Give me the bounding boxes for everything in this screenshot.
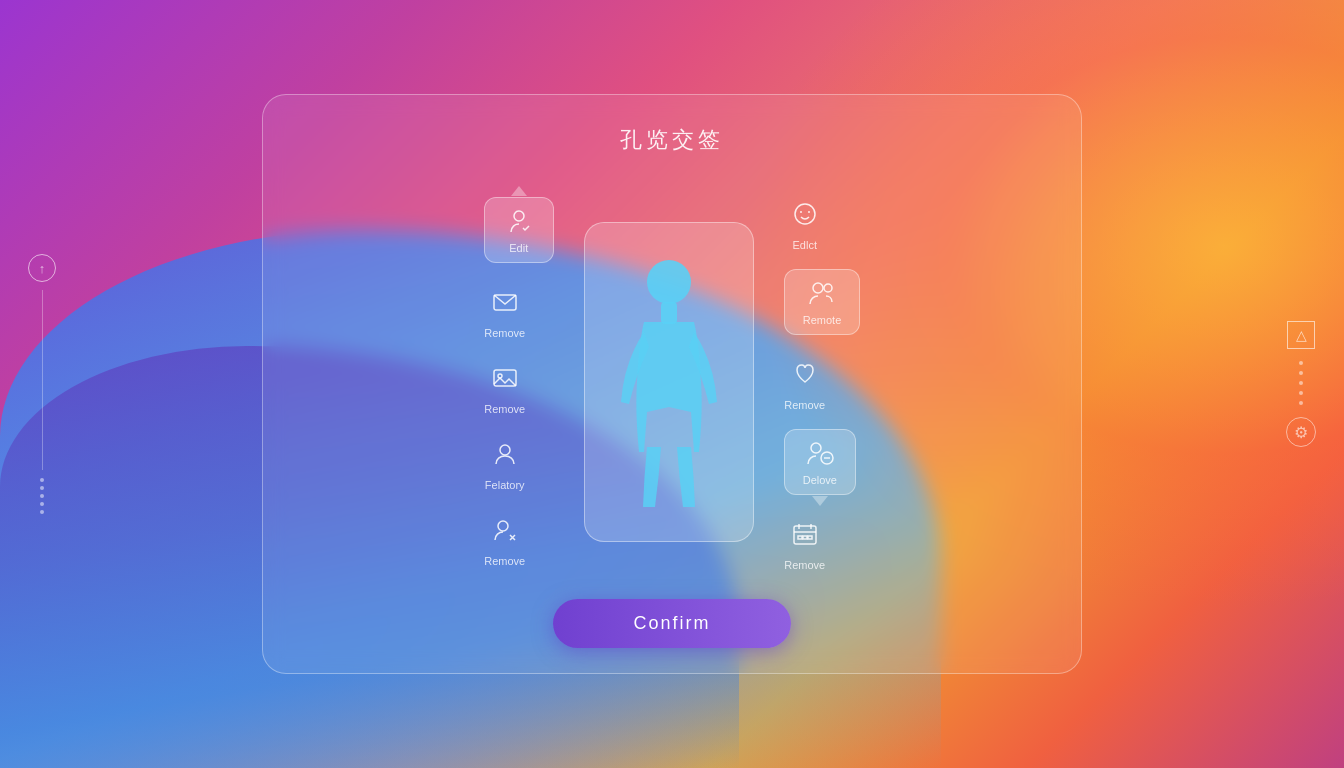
- heart-svg: [791, 360, 819, 388]
- envelope-svg: [491, 288, 519, 316]
- svg-point-10: [808, 211, 810, 213]
- svg-point-8: [795, 204, 815, 224]
- remove-calendar-item[interactable]: Remove: [784, 513, 826, 571]
- remove-user-left-item[interactable]: Remove: [484, 509, 526, 567]
- svg-point-9: [800, 211, 802, 213]
- confirm-button[interactable]: Confirm: [553, 599, 790, 648]
- vertical-line-left: [42, 290, 43, 470]
- dot: [1299, 401, 1303, 405]
- edit-pill-label: Edit: [509, 242, 528, 254]
- edit-pill[interactable]: Edit: [484, 197, 554, 263]
- left-icon-group: Edit Remove: [484, 197, 554, 567]
- dot: [40, 510, 44, 514]
- remove-heart-label: Remove: [784, 399, 825, 411]
- image-icon: [484, 357, 526, 399]
- smiley-svg: [791, 200, 819, 228]
- remote-user-icon: [806, 278, 838, 310]
- svg-rect-20: [798, 536, 802, 539]
- dialog-title: 孔览交签: [620, 125, 724, 155]
- human-figure-svg: [609, 252, 729, 512]
- delete-pill-label: Delove: [803, 474, 837, 486]
- svg-point-13: [811, 443, 821, 453]
- figure-card: [584, 222, 754, 542]
- image-svg: [491, 364, 519, 392]
- calendar-icon: [784, 513, 826, 555]
- remove-image-item[interactable]: Remove: [484, 357, 526, 415]
- gear-icon[interactable]: ⚙: [1286, 417, 1316, 447]
- dot: [1299, 371, 1303, 375]
- edit-smiley-label: Edlct: [793, 239, 817, 251]
- svg-point-5: [498, 521, 508, 531]
- svg-rect-22: [808, 536, 812, 539]
- up-arrow-icon[interactable]: ↑: [28, 254, 56, 282]
- right-icon-group: Edlct Remote Remove: [784, 193, 861, 571]
- felatory-item[interactable]: Felatory: [484, 433, 526, 491]
- right-edge-decoration: △ ⚙: [1286, 321, 1316, 447]
- svg-point-4: [500, 445, 510, 455]
- dot-group-right: [1299, 361, 1303, 405]
- svg-point-6: [647, 260, 691, 304]
- remove-heart-item[interactable]: Remove: [784, 353, 826, 411]
- calendar-svg: [791, 520, 819, 548]
- svg-rect-7: [661, 302, 677, 324]
- dot: [1299, 391, 1303, 395]
- heart-icon: [784, 353, 826, 395]
- edit-smiley-item[interactable]: Edlct: [784, 193, 826, 251]
- delete-user-icon: [804, 438, 836, 470]
- smiley-icon: [784, 193, 826, 235]
- dot: [1299, 361, 1303, 365]
- content-area: Edit Remove: [303, 193, 1041, 571]
- user-svg: [491, 440, 519, 468]
- svg-point-11: [813, 283, 823, 293]
- user-remove-icon: [484, 509, 526, 551]
- remove-email-label: Remove: [484, 327, 525, 339]
- delete-pill[interactable]: Delove: [784, 429, 856, 495]
- svg-rect-21: [803, 536, 807, 539]
- envelope-icon: [484, 281, 526, 323]
- remote-pill[interactable]: Remote: [784, 269, 861, 335]
- felatory-label: Felatory: [485, 479, 525, 491]
- left-edge-decoration: ↑: [28, 254, 56, 514]
- remove-image-label: Remove: [484, 403, 525, 415]
- dot-group-left: [40, 478, 44, 514]
- dot: [40, 494, 44, 498]
- dot: [40, 502, 44, 506]
- dot: [40, 486, 44, 490]
- user-icon: [484, 433, 526, 475]
- edit-user-icon: [503, 206, 535, 238]
- remote-pill-label: Remote: [803, 314, 842, 326]
- remove-email-item[interactable]: Remove: [484, 281, 526, 339]
- dot: [1299, 381, 1303, 385]
- main-dialog: 孔览交签 Edit Re: [262, 94, 1082, 674]
- triangle-icon: △: [1287, 321, 1315, 349]
- remove-user-left-label: Remove: [484, 555, 525, 567]
- user-remove-svg: [491, 516, 519, 544]
- svg-rect-16: [794, 526, 816, 544]
- svg-point-0: [514, 211, 524, 221]
- remove-calendar-label: Remove: [784, 559, 825, 571]
- dot: [40, 478, 44, 482]
- svg-point-12: [824, 284, 832, 292]
